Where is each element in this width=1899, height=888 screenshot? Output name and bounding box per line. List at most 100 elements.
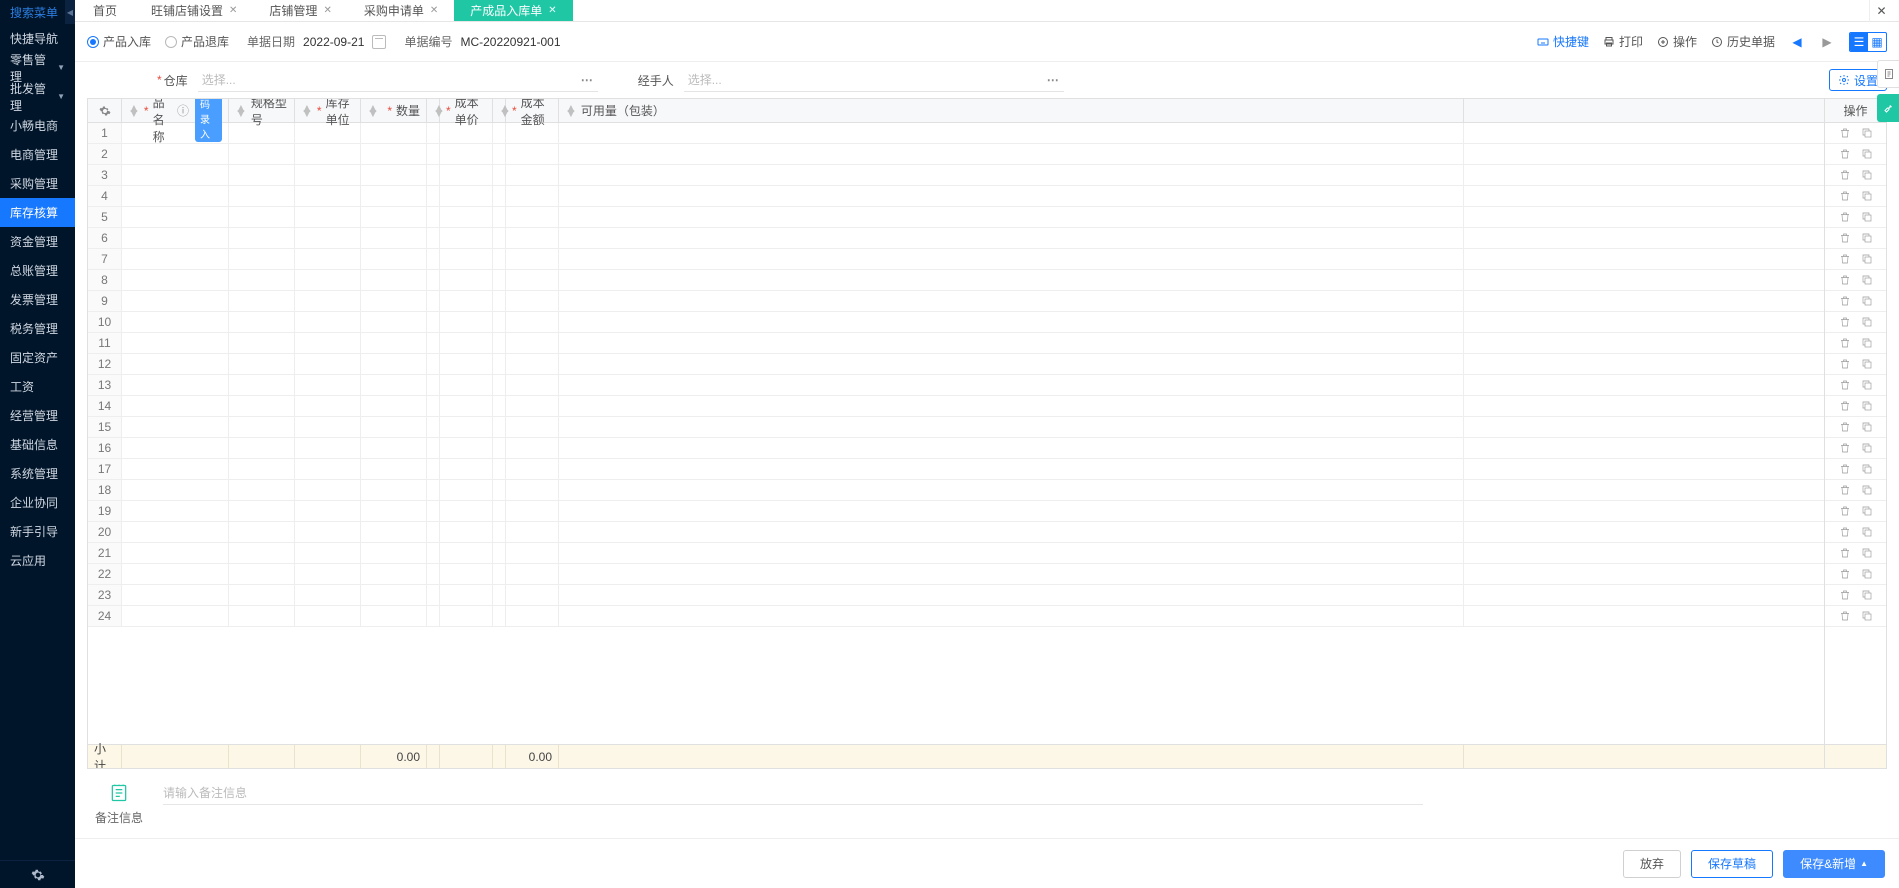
delete-icon[interactable]	[1839, 379, 1851, 391]
rail-tool-button[interactable]	[1877, 94, 1899, 122]
delete-icon[interactable]	[1839, 358, 1851, 370]
col-unit[interactable]: ▲▼*库存单位	[295, 99, 361, 122]
table-row[interactable]: 4	[88, 186, 1824, 207]
view-grid-button[interactable]: ▦	[1868, 33, 1886, 51]
delete-icon[interactable]	[1839, 169, 1851, 181]
warehouse-select[interactable]: 选择...⋯	[198, 68, 598, 92]
table-row[interactable]: 12	[88, 354, 1824, 375]
copy-icon[interactable]	[1861, 484, 1873, 496]
sidebar-item[interactable]: 云应用	[0, 546, 75, 575]
delete-icon[interactable]	[1839, 295, 1851, 307]
delete-icon[interactable]	[1839, 274, 1851, 286]
delete-icon[interactable]	[1839, 211, 1851, 223]
col-avail[interactable]: ▲▼可用量（包装）	[559, 99, 1464, 122]
delete-icon[interactable]	[1839, 316, 1851, 328]
delete-icon[interactable]	[1839, 190, 1851, 202]
sidebar-collapse-icon[interactable]: ◀	[65, 0, 75, 24]
table-row[interactable]: 17	[88, 459, 1824, 480]
delete-icon[interactable]	[1839, 442, 1851, 454]
table-row[interactable]: 22	[88, 564, 1824, 585]
copy-icon[interactable]	[1861, 253, 1873, 265]
prev-doc-button[interactable]: ◀	[1789, 34, 1805, 50]
sidebar-item[interactable]: 采购管理	[0, 169, 75, 198]
more-icon[interactable]: ⋯	[1047, 73, 1060, 87]
table-row[interactable]: 8	[88, 270, 1824, 291]
table-row[interactable]: 19	[88, 501, 1824, 522]
tab[interactable]: 首页	[75, 0, 135, 21]
sidebar-item[interactable]: 新手引导	[0, 517, 75, 546]
delete-icon[interactable]	[1839, 484, 1851, 496]
sidebar-item[interactable]: 总账管理	[0, 256, 75, 285]
table-row[interactable]: 1	[88, 123, 1824, 144]
print-button[interactable]: 打印	[1603, 33, 1643, 50]
close-icon[interactable]: ✕	[323, 5, 331, 16]
doc-date-field[interactable]: 单据日期 2022-09-21	[247, 33, 386, 50]
copy-icon[interactable]	[1861, 526, 1873, 538]
table-row[interactable]: 21	[88, 543, 1824, 564]
sidebar-item[interactable]: 税务管理	[0, 314, 75, 343]
copy-icon[interactable]	[1861, 547, 1873, 559]
delete-icon[interactable]	[1839, 421, 1851, 433]
close-icon[interactable]: ✕	[229, 5, 237, 16]
copy-icon[interactable]	[1861, 568, 1873, 580]
handler-select[interactable]: 选择...⋯	[684, 68, 1064, 92]
table-row[interactable]: 23	[88, 585, 1824, 606]
delete-icon[interactable]	[1839, 253, 1851, 265]
copy-icon[interactable]	[1861, 316, 1873, 328]
sidebar-item[interactable]: 电商管理	[0, 140, 75, 169]
sidebar-item[interactable]: 发票管理	[0, 285, 75, 314]
sidebar-item[interactable]: 零售管理▼	[0, 53, 75, 82]
sidebar-item[interactable]: 基础信息	[0, 430, 75, 459]
sidebar-item[interactable]: 批发管理▼	[0, 82, 75, 111]
table-row[interactable]: 18	[88, 480, 1824, 501]
sidebar-item[interactable]: 工资	[0, 372, 75, 401]
delete-icon[interactable]	[1839, 148, 1851, 160]
sidebar-item[interactable]: 企业协同	[0, 488, 75, 517]
tab[interactable]: 采购申请单✕	[348, 0, 454, 21]
copy-icon[interactable]	[1861, 379, 1873, 391]
table-row[interactable]: 15	[88, 417, 1824, 438]
operations-button[interactable]: 操作	[1657, 33, 1697, 50]
delete-icon[interactable]	[1839, 337, 1851, 349]
delete-icon[interactable]	[1839, 589, 1851, 601]
table-row[interactable]: 16	[88, 438, 1824, 459]
shortcut-button[interactable]: 快捷键	[1537, 33, 1589, 50]
delete-icon[interactable]	[1839, 610, 1851, 622]
tab[interactable]: 旺铺店铺设置✕	[135, 0, 253, 21]
copy-icon[interactable]	[1861, 295, 1873, 307]
copy-icon[interactable]	[1861, 148, 1873, 160]
save-and-new-button[interactable]: 保存&新增▲	[1783, 850, 1885, 878]
sidebar-item[interactable]: 库存核算	[0, 198, 75, 227]
next-doc-button[interactable]: ▶	[1819, 34, 1835, 50]
sidebar-settings-button[interactable]	[0, 860, 75, 888]
delete-icon[interactable]	[1839, 526, 1851, 538]
tab[interactable]: 店铺管理✕	[253, 0, 347, 21]
col-amount[interactable]: *成本金额	[506, 99, 559, 122]
sidebar-item[interactable]: 经营管理	[0, 401, 75, 430]
copy-icon[interactable]	[1861, 232, 1873, 244]
copy-icon[interactable]	[1861, 505, 1873, 517]
delete-icon[interactable]	[1839, 568, 1851, 580]
sidebar-search[interactable]: 搜索菜单 ◀	[0, 0, 75, 24]
copy-icon[interactable]	[1861, 610, 1873, 622]
table-row[interactable]: 20	[88, 522, 1824, 543]
sidebar-item[interactable]: 小畅电商	[0, 111, 75, 140]
col-unitprice[interactable]: *成本单价	[440, 99, 493, 122]
delete-icon[interactable]	[1839, 505, 1851, 517]
table-row[interactable]: 11	[88, 333, 1824, 354]
table-row[interactable]: 2	[88, 144, 1824, 165]
col-spec[interactable]: ▲▼规格型号	[229, 99, 295, 122]
sidebar-item[interactable]: 系统管理	[0, 459, 75, 488]
table-row[interactable]: 10	[88, 312, 1824, 333]
sidebar-item[interactable]: 快捷导航	[0, 24, 75, 53]
copy-icon[interactable]	[1861, 211, 1873, 223]
close-icon[interactable]: ✕	[430, 5, 438, 16]
copy-icon[interactable]	[1861, 358, 1873, 370]
rail-doc-button[interactable]	[1877, 60, 1899, 88]
history-button[interactable]: 历史单据	[1711, 33, 1775, 50]
copy-icon[interactable]	[1861, 442, 1873, 454]
copy-icon[interactable]	[1861, 169, 1873, 181]
table-row[interactable]: 5	[88, 207, 1824, 228]
row-header-gear[interactable]	[88, 99, 122, 122]
copy-icon[interactable]	[1861, 463, 1873, 475]
